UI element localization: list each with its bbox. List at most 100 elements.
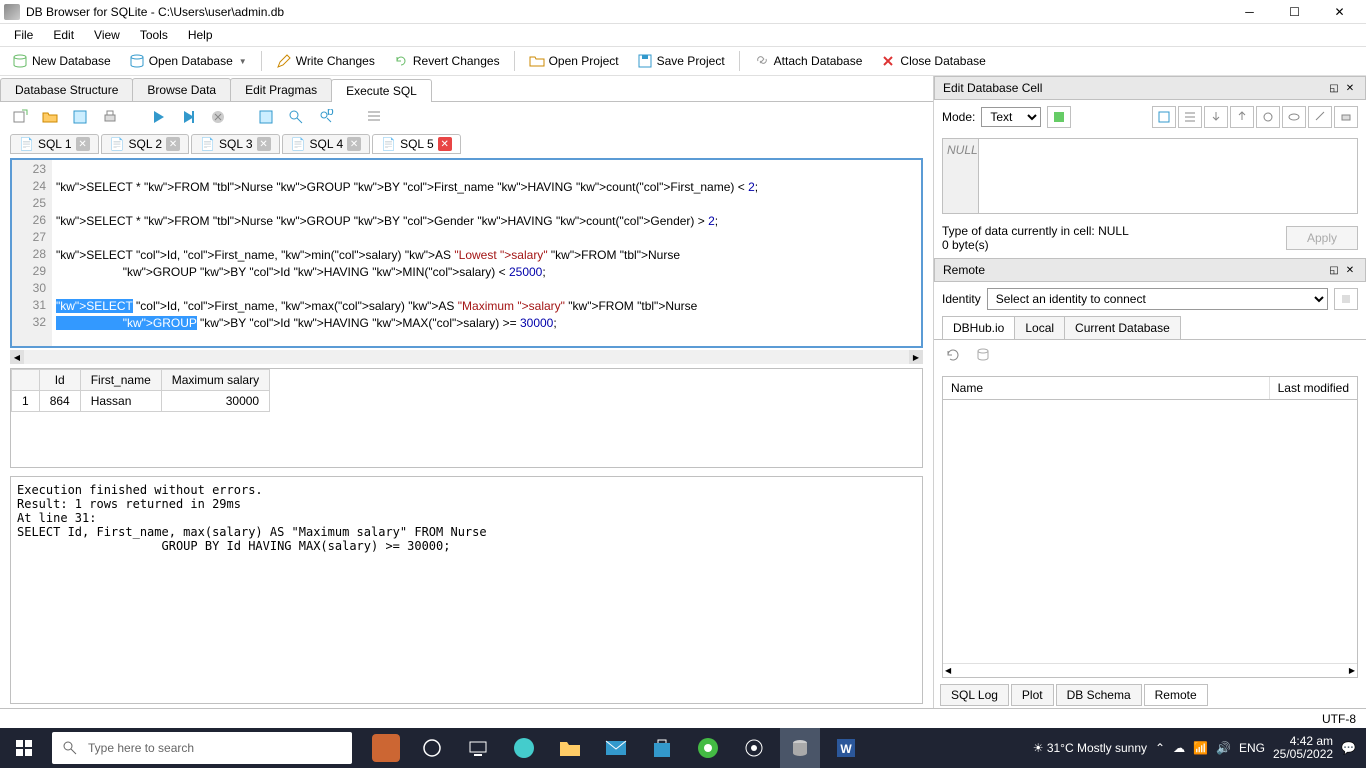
import-icon[interactable]: [1204, 106, 1228, 128]
tab-current-database[interactable]: Current Database: [1064, 316, 1181, 339]
weather-widget[interactable]: ☀ 31°C Mostly sunny: [1033, 741, 1147, 755]
new-database-button[interactable]: New Database: [4, 50, 119, 72]
find-button[interactable]: [284, 105, 308, 129]
tab-database-structure[interactable]: Database Structure: [0, 78, 133, 101]
db-browser-taskbar-icon[interactable]: [780, 728, 820, 768]
chevron-up-icon[interactable]: ⌃: [1155, 741, 1165, 755]
text-mode-icon[interactable]: [1152, 106, 1176, 128]
task-view-icon[interactable]: [458, 728, 498, 768]
close-database-button[interactable]: Close Database: [872, 50, 993, 72]
output-log[interactable]: Execution finished without errors. Resul…: [10, 476, 923, 704]
col-name[interactable]: Name: [943, 377, 1270, 399]
apply-button[interactable]: Apply: [1286, 226, 1358, 250]
clone-icon[interactable]: [974, 346, 994, 366]
list-scrollbar[interactable]: ◀▶: [943, 663, 1357, 677]
new-tab-button[interactable]: [8, 105, 32, 129]
notifications-icon[interactable]: 💬: [1341, 741, 1356, 755]
sql-tab-5[interactable]: 📄SQL 5✕: [372, 134, 461, 154]
open-database-button[interactable]: Open Database ▼: [121, 50, 255, 72]
tab-dbhub[interactable]: DBHub.io: [942, 316, 1015, 339]
revert-changes-button[interactable]: Revert Changes: [385, 50, 508, 72]
maximize-button[interactable]: ☐: [1272, 0, 1317, 24]
attach-database-button[interactable]: Attach Database: [746, 50, 871, 72]
menu-view[interactable]: View: [84, 26, 130, 44]
volume-icon[interactable]: 🔊: [1216, 741, 1231, 755]
save-project-button[interactable]: Save Project: [629, 50, 733, 72]
print-button[interactable]: [98, 105, 122, 129]
news-widget[interactable]: [366, 728, 406, 768]
tab-edit-pragmas[interactable]: Edit Pragmas: [230, 78, 332, 101]
refresh-icon[interactable]: [944, 346, 964, 366]
open-project-button[interactable]: Open Project: [521, 50, 627, 72]
scroll-left-icon[interactable]: ◀: [10, 350, 24, 364]
col-modified[interactable]: Last modified: [1270, 377, 1357, 399]
save-results-button[interactable]: [254, 105, 278, 129]
identity-select[interactable]: Select an identity to connect: [987, 288, 1328, 310]
menu-help[interactable]: Help: [178, 26, 223, 44]
print-cell-icon[interactable]: [1334, 106, 1358, 128]
save-sql-button[interactable]: [68, 105, 92, 129]
close-tab-icon[interactable]: ✕: [166, 137, 180, 151]
close-tab-icon[interactable]: ✕: [76, 137, 90, 151]
store-icon[interactable]: [642, 728, 682, 768]
code-area[interactable]: "kw">SELECT * "kw">FROM "tbl">Nurse "kw"…: [52, 160, 921, 346]
sql-tab-2[interactable]: 📄SQL 2✕: [101, 134, 190, 154]
menu-file[interactable]: File: [4, 26, 43, 44]
open-sql-button[interactable]: [38, 105, 62, 129]
chrome-icon[interactable]: [688, 728, 728, 768]
explorer-icon[interactable]: [550, 728, 590, 768]
tab-execute-sql[interactable]: Execute SQL: [331, 79, 432, 102]
onedrive-icon[interactable]: ☁: [1173, 741, 1185, 755]
clock[interactable]: 4:42 am 25/05/2022: [1273, 735, 1333, 761]
close-tab-icon[interactable]: ✕: [347, 137, 361, 151]
undock-button[interactable]: ◱: [1327, 81, 1341, 95]
mail-icon[interactable]: [596, 728, 636, 768]
tab-browse-data[interactable]: Browse Data: [132, 78, 231, 101]
list-icon[interactable]: [1178, 106, 1202, 128]
language-indicator[interactable]: ENG: [1239, 741, 1265, 755]
sql-tab-3[interactable]: 📄SQL 3✕: [191, 134, 280, 154]
minimize-button[interactable]: ─: [1227, 0, 1272, 24]
mode-select[interactable]: Text: [981, 107, 1041, 127]
results-grid[interactable]: IdFirst_nameMaximum salary1864Hassan3000…: [10, 368, 923, 468]
indent-button[interactable]: [362, 105, 386, 129]
sql-editor[interactable]: 23242526272829303132 "kw">SELECT * "kw">…: [10, 158, 923, 348]
menu-tools[interactable]: Tools: [130, 26, 178, 44]
tab-remote[interactable]: Remote: [1144, 684, 1208, 706]
write-changes-button[interactable]: Write Changes: [268, 50, 383, 72]
certificate-button[interactable]: [1334, 288, 1358, 310]
wifi-icon[interactable]: 📶: [1193, 741, 1208, 755]
auto-format-button[interactable]: [1047, 106, 1071, 128]
word-icon[interactable]: W: [826, 728, 866, 768]
scroll-right-icon[interactable]: ▶: [909, 350, 923, 364]
stop-button[interactable]: [206, 105, 230, 129]
export-icon[interactable]: [1230, 106, 1254, 128]
edge-icon[interactable]: [504, 728, 544, 768]
sql-tab-4[interactable]: 📄SQL 4✕: [282, 134, 371, 154]
sql-tab-1[interactable]: 📄SQL 1✕: [10, 134, 99, 154]
close-panel-button[interactable]: ✕: [1343, 81, 1357, 95]
close-tab-icon[interactable]: ✕: [438, 137, 452, 151]
erase-icon[interactable]: [1308, 106, 1332, 128]
taskbar-search[interactable]: Type here to search: [52, 732, 352, 764]
undock-button[interactable]: ◱: [1327, 263, 1341, 277]
execute-line-button[interactable]: [176, 105, 200, 129]
horizontal-scrollbar[interactable]: ◀ ▶: [10, 350, 923, 364]
close-panel-button[interactable]: ✕: [1343, 263, 1357, 277]
tab-sql-log[interactable]: SQL Log: [940, 684, 1009, 706]
tab-local[interactable]: Local: [1014, 316, 1065, 339]
find-replace-button[interactable]: b: [314, 105, 338, 129]
remote-list[interactable]: Name Last modified ◀▶: [942, 376, 1358, 678]
link-icon[interactable]: [1282, 106, 1306, 128]
menu-edit[interactable]: Edit: [43, 26, 84, 44]
cortana-icon[interactable]: [412, 728, 452, 768]
null-icon[interactable]: [1256, 106, 1280, 128]
close-button[interactable]: ✕: [1317, 0, 1362, 24]
tab-plot[interactable]: Plot: [1011, 684, 1054, 706]
tab-db-schema[interactable]: DB Schema: [1056, 684, 1142, 706]
cell-value-box[interactable]: NULL: [942, 138, 1358, 214]
settings-icon[interactable]: [734, 728, 774, 768]
close-tab-icon[interactable]: ✕: [257, 137, 271, 151]
execute-button[interactable]: [146, 105, 170, 129]
start-button[interactable]: [0, 728, 48, 768]
